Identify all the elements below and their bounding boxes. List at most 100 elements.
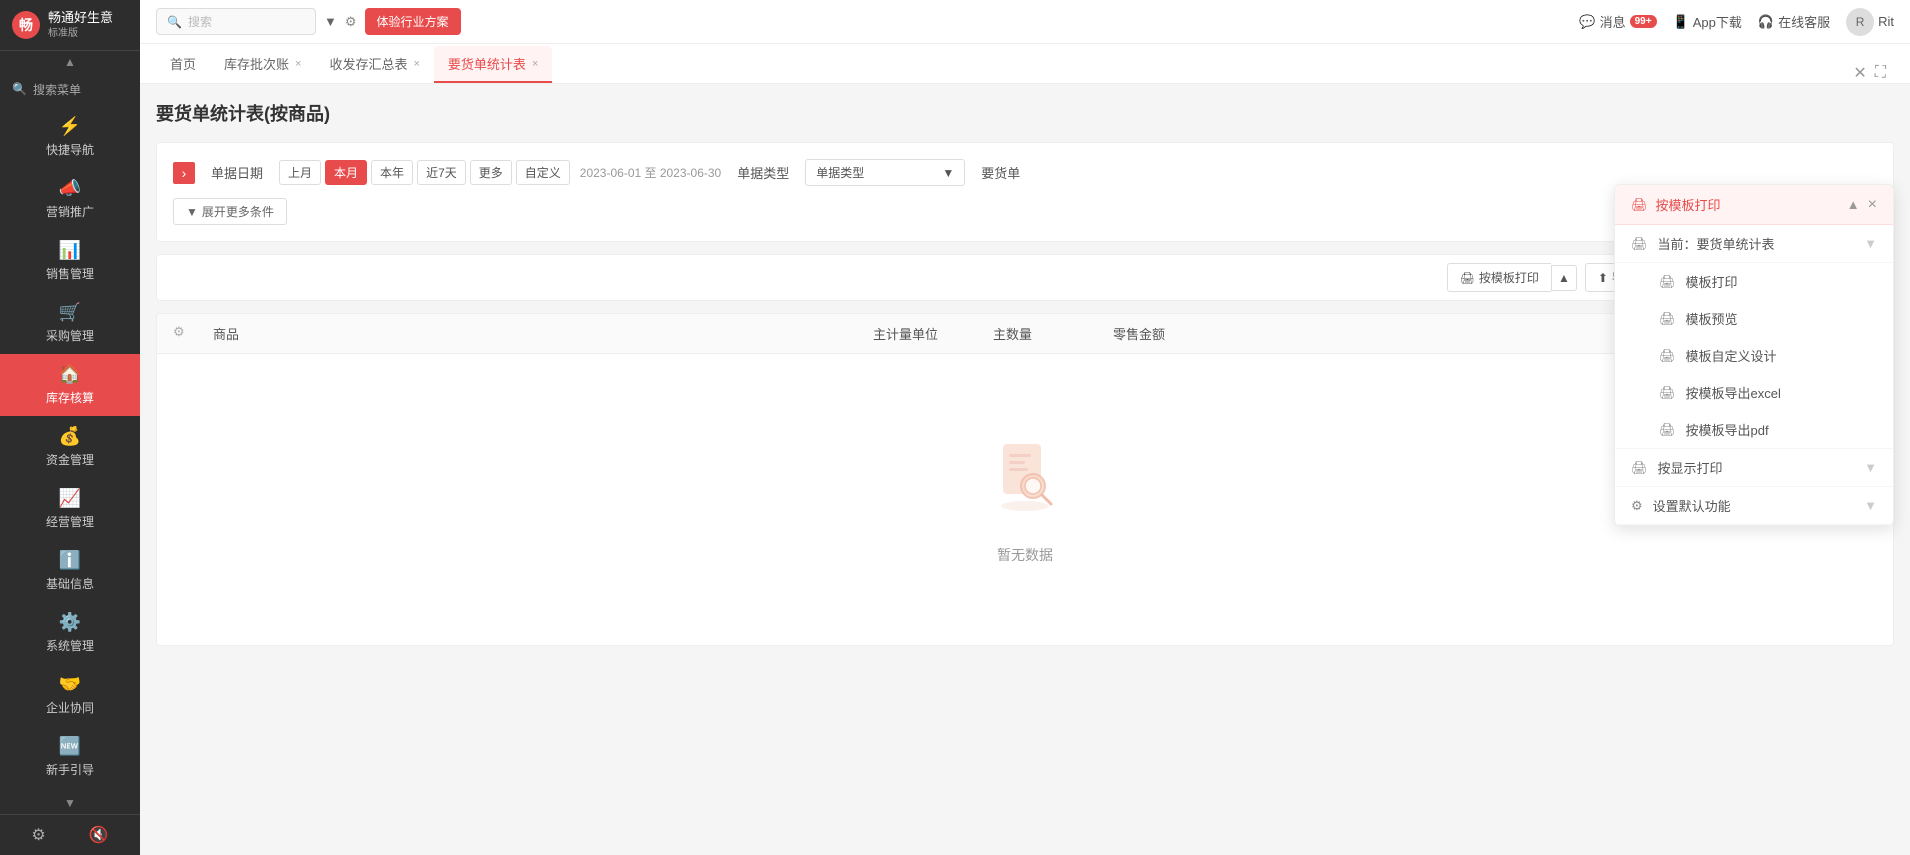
page-title: 要货单统计表(按商品) xyxy=(156,100,1894,126)
app-name: 畅通好生意 xyxy=(48,10,113,27)
dropdown-expand-icon[interactable]: ▲ xyxy=(1847,197,1860,212)
marketing-icon: 📣 xyxy=(59,178,81,199)
template-export-excel-icon: 🖨 xyxy=(1659,385,1676,401)
tab-close-batch-account[interactable]: × xyxy=(295,58,301,70)
message-badge: 99+ xyxy=(1630,15,1657,28)
th-quantity: 主数量 xyxy=(985,314,1105,353)
dropdown-template-export-pdf-item[interactable]: 🖨 按模板导出pdf xyxy=(1615,411,1893,448)
username: Rit xyxy=(1878,14,1894,29)
sidebar-item-basic[interactable]: ℹ️ 基础信息 xyxy=(0,540,140,602)
date-btn-cur-year[interactable]: 本年 xyxy=(371,160,413,185)
date-btn-more[interactable]: 更多 xyxy=(470,160,512,185)
sidebar-item-marketing[interactable]: 📣 营销推广 xyxy=(0,168,140,230)
tab-receipts-summary[interactable]: 收发存汇总表 × xyxy=(315,46,433,83)
finance-icon: 💰 xyxy=(59,426,81,447)
sidebar-scroll-down[interactable]: ▼ xyxy=(0,792,140,814)
display-print-label: 按显示打印 xyxy=(1658,458,1723,477)
header-gear-icon[interactable]: ⚙ xyxy=(345,14,357,30)
search-icon: 🔍 xyxy=(167,15,182,29)
tab-bar: 首页 库存批次账 × 收发存汇总表 × 要货单统计表 × ✕ ⛶ xyxy=(140,44,1910,84)
print-dropdown-popup: 🖨 按模板打印 ▲ × 🖨 当前：要货单统计表 ▼ xyxy=(1614,184,1894,526)
dropdown-template-export-excel-item[interactable]: 🖨 按模板导出excel xyxy=(1615,374,1893,411)
template-preview-item-icon: 🖨 xyxy=(1659,311,1676,327)
date-btn-cur-month[interactable]: 本月 xyxy=(325,160,367,185)
dropdown-current-section: 🖨 当前：要货单统计表 ▼ xyxy=(1615,225,1893,263)
user-avatar-btn[interactable]: R Rit xyxy=(1846,8,1894,36)
app-download-btn[interactable]: 📱 App下载 xyxy=(1673,12,1742,31)
set-default-expand-icon: ▼ xyxy=(1864,498,1877,513)
sidebar-item-system[interactable]: ⚙️ 系统管理 xyxy=(0,602,140,664)
sidebar-nav: ⚡ 快捷导航 📣 营销推广 📊 销售管理 🛒 采购管理 🏠 库存核算 💰 资金管… xyxy=(0,106,140,792)
header-left: 🔍 搜索 ▼ ⚙ 体验行业方案 xyxy=(156,8,1567,35)
dropdown-template-print-item[interactable]: 🖨 模板打印 xyxy=(1615,263,1893,300)
expand-icon: ▼ xyxy=(186,205,198,219)
date-buttons: 上月 本月 本年 近7天 更多 自定义 2023-06-01 至 2023-06… xyxy=(279,160,721,185)
sidebar-item-guide[interactable]: 🆕 新手引导 xyxy=(0,726,140,788)
tab-home[interactable]: 首页 xyxy=(156,46,210,83)
dropdown-current-item[interactable]: 🖨 当前：要货单统计表 ▼ xyxy=(1615,225,1893,262)
sidebar-item-inventory[interactable]: 🏠 库存核算 xyxy=(0,354,140,416)
date-btn-custom[interactable]: 自定义 xyxy=(516,160,570,185)
settings-col-icon[interactable]: ⚙ xyxy=(173,324,185,339)
sidebar-item-operation[interactable]: 📈 经营管理 xyxy=(0,478,140,540)
template-custom-item-icon: 🖨 xyxy=(1659,348,1676,364)
tab-close-order-stats[interactable]: × xyxy=(532,58,538,70)
dropdown-display-print-section: 🖨 按显示打印 ▼ xyxy=(1615,449,1893,487)
dropdown-template-print-section: 🖨 模板打印 🖨 模板预览 🖨 模板自定义设计 🖨 按模板导出excel 🖨 xyxy=(1615,263,1893,449)
message-btn[interactable]: 💬 消息 99+ xyxy=(1579,12,1656,31)
empty-text: 暂无数据 xyxy=(997,545,1053,565)
tab-batch-account[interactable]: 库存批次账 × xyxy=(210,46,315,83)
sidebar-item-shortcut[interactable]: ⚡ 快捷导航 xyxy=(0,106,140,168)
sidebar-sound-btn[interactable]: 🔇 xyxy=(89,825,109,845)
expand-conditions-btn[interactable]: ▼ 展开更多条件 xyxy=(173,198,287,225)
th-check: ⚙ xyxy=(165,314,205,353)
collab-icon: 🤝 xyxy=(59,674,81,695)
online-service-btn[interactable]: 🎧 在线客服 xyxy=(1758,12,1830,31)
download-icon: 📱 xyxy=(1673,14,1689,30)
date-btn-prev-month[interactable]: 上月 xyxy=(279,160,321,185)
current-template-icon: 🖨 xyxy=(1631,236,1648,252)
th-unit: 主计量单位 xyxy=(865,314,985,353)
filter-toggle-btn[interactable]: › xyxy=(173,162,195,184)
dropdown-close-btn[interactable]: × xyxy=(1868,196,1877,214)
template-export-pdf-icon: 🖨 xyxy=(1659,422,1676,438)
chevron-down-icon: ▼ xyxy=(942,166,954,180)
avatar-initial: R xyxy=(1856,15,1865,29)
search-icon: 🔍 xyxy=(12,82,27,96)
sidebar-item-purchase[interactable]: 🛒 采购管理 xyxy=(0,292,140,354)
sidebar-search-btn[interactable]: 🔍 搜索菜单 xyxy=(0,73,140,106)
sidebar-scroll-up[interactable]: ▲ xyxy=(0,51,140,73)
dropdown-template-preview-item[interactable]: 🖨 模板预览 xyxy=(1615,300,1893,337)
tab-bar-maximize-btn[interactable]: ⛶ xyxy=(1875,64,1886,82)
tab-close-receipts-summary[interactable]: × xyxy=(413,58,419,70)
display-print-expand-icon: ▼ xyxy=(1864,460,1877,475)
printer-icon: 🖨 xyxy=(1460,271,1475,285)
header-nav-arrow[interactable]: ▼ xyxy=(324,14,337,29)
experience-btn[interactable]: 体验行业方案 xyxy=(365,8,461,35)
header-search-box[interactable]: 🔍 搜索 xyxy=(156,8,316,35)
date-btn-7days[interactable]: 近7天 xyxy=(417,160,466,185)
dropdown-header: 🖨 按模板打印 ▲ × xyxy=(1615,185,1893,225)
current-expand-icon: ▼ xyxy=(1864,236,1877,251)
dropdown-title: 按模板打印 xyxy=(1656,195,1721,214)
sidebar-item-sales[interactable]: 📊 销售管理 xyxy=(0,230,140,292)
template-print-arrow-btn[interactable]: ▲ xyxy=(1551,265,1577,291)
dropdown-template-custom-item[interactable]: 🖨 模板自定义设计 xyxy=(1615,337,1893,374)
main-content: 🔍 搜索 ▼ ⚙ 体验行业方案 💬 消息 99+ 📱 App下载 🎧 在线客服 xyxy=(140,0,1910,855)
order-type-filter-label: 要货单 xyxy=(981,163,1020,182)
sidebar-settings-btn[interactable]: ⚙ xyxy=(31,825,45,845)
sidebar-logo: 畅 畅通好生意 标准版 xyxy=(0,0,140,51)
current-template-label: 当前：要货单统计表 xyxy=(1658,234,1775,253)
service-icon: 🎧 xyxy=(1758,14,1774,30)
bill-type-select[interactable]: 单据类型 ▼ xyxy=(805,159,965,186)
dropdown-display-print-item[interactable]: 🖨 按显示打印 ▼ xyxy=(1615,449,1893,486)
basic-icon: ℹ️ xyxy=(59,550,81,571)
sidebar-item-finance[interactable]: 💰 资金管理 xyxy=(0,416,140,478)
dropdown-set-default-item[interactable]: ⚙ 设置默认功能 ▼ xyxy=(1615,487,1893,524)
tab-bar-close-btn[interactable]: ✕ xyxy=(1853,63,1866,83)
sidebar-item-collab[interactable]: 🤝 企业协同 xyxy=(0,664,140,726)
template-print-btn[interactable]: 🖨 按模板打印 xyxy=(1447,263,1551,292)
header-right: 💬 消息 99+ 📱 App下载 🎧 在线客服 R Rit xyxy=(1579,8,1894,36)
tab-order-stats[interactable]: 要货单统计表 × xyxy=(434,46,552,83)
date-filter-label: 单据日期 xyxy=(211,163,263,182)
